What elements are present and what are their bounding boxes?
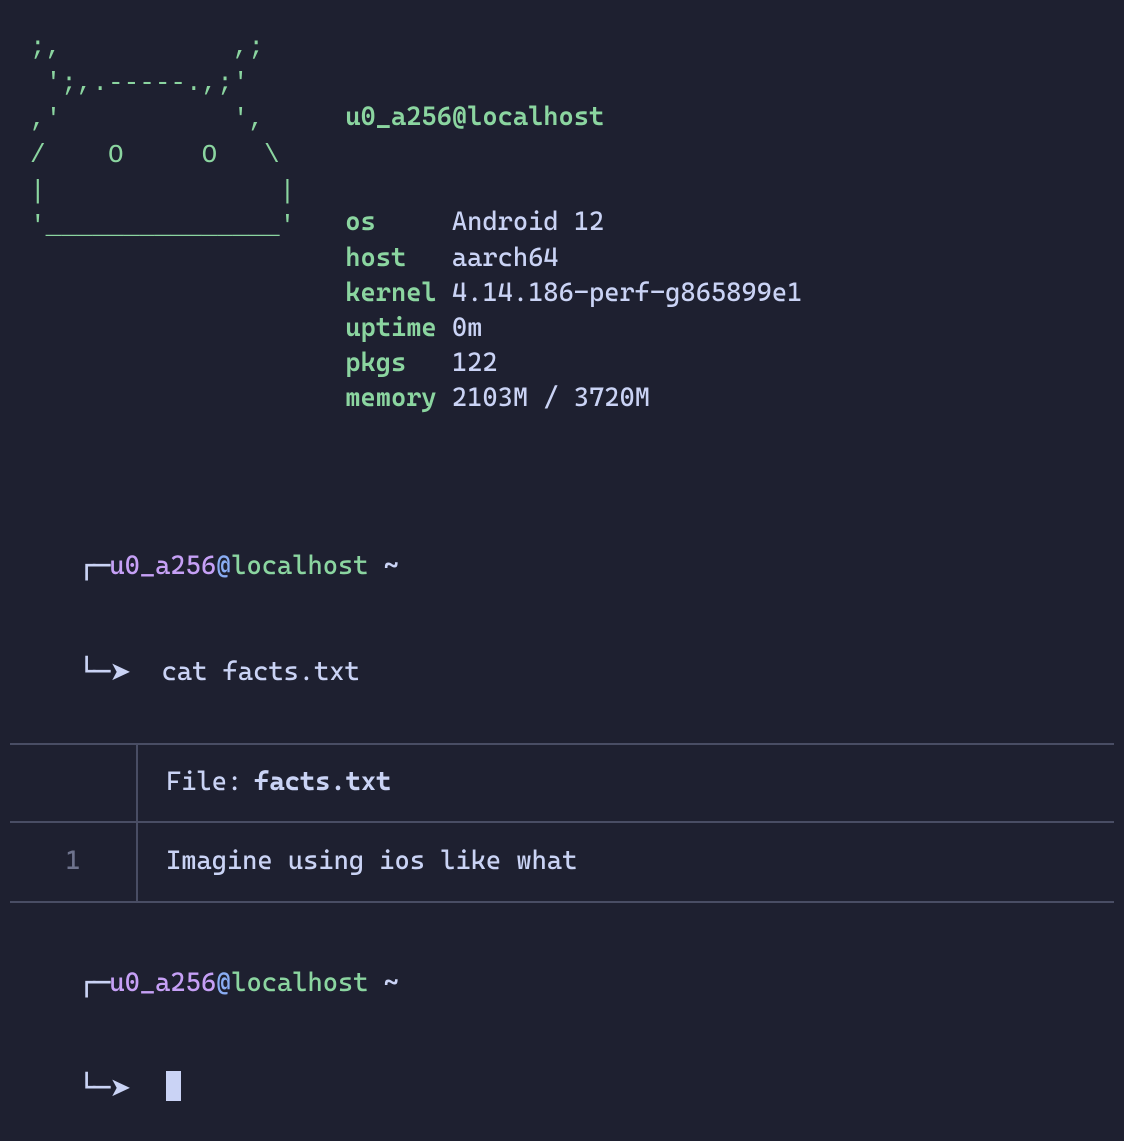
file-header-row: File: facts.txt <box>10 745 1114 823</box>
prompt-path: ~ <box>368 968 398 998</box>
sysinfo-value: aarch64 <box>437 243 559 273</box>
prompt-2[interactable]: ┌─u0_a256@localhost ~ └─➤ <box>10 931 1114 1141</box>
prompt-corner-icon: ┌─ <box>79 551 109 581</box>
sysinfo-title: u0_a256@localhost <box>345 100 802 135</box>
command-text: cat facts.txt <box>162 657 360 687</box>
sysinfo-label: uptime <box>345 311 436 346</box>
sysinfo-row: memory 2103M / 3720M <box>345 381 802 416</box>
sysinfo-value: Android 12 <box>437 207 605 237</box>
file-header-gutter <box>10 745 138 821</box>
prompt-1[interactable]: ┌─u0_a256@localhost ~ └─➤ cat facts.txt <box>10 514 1114 725</box>
fetch-header: ;, ,; ';,.-----.,;' ,' ', / O O \ | | '_… <box>10 10 1114 486</box>
sysinfo-value: 4.14.186-perf-g865899e1 <box>437 278 803 308</box>
sysinfo-row: os Android 12 <box>345 205 802 240</box>
sysinfo-label: pkgs <box>345 346 436 381</box>
sysinfo-label: memory <box>345 381 436 416</box>
system-info: u0_a256@localhost os Android 12host aarc… <box>345 30 802 486</box>
prompt-path: ~ <box>368 551 398 581</box>
ascii-art: ;, ,; ';,.-----.,;' ,' ', / O O \ | | '_… <box>30 30 295 245</box>
prompt-at: @ <box>216 968 231 998</box>
sysinfo-value: 122 <box>437 348 498 378</box>
sysinfo-row: kernel 4.14.186-perf-g865899e1 <box>345 276 802 311</box>
line-number: 1 <box>10 823 138 901</box>
sysinfo-row: uptime 0m <box>345 311 802 346</box>
sysinfo-value: 2103M / 3720M <box>437 383 650 413</box>
prompt-arrow-icon: └─➤ <box>79 1073 162 1103</box>
sysinfo-row: pkgs 122 <box>345 346 802 381</box>
sysinfo-label: kernel <box>345 276 436 311</box>
sysinfo-label: os <box>345 205 436 240</box>
file-output-box: File: facts.txt 1Imagine using ios like … <box>10 743 1114 903</box>
prompt-arrow-icon: └─➤ <box>79 657 162 687</box>
line-content: Imagine using ios like what <box>138 844 577 879</box>
prompt-at: @ <box>216 551 231 581</box>
sysinfo-label: host <box>345 241 436 276</box>
prompt-user: u0_a256 <box>109 968 216 998</box>
file-line-row: 1Imagine using ios like what <box>10 823 1114 901</box>
prompt-corner-icon: ┌─ <box>79 968 109 998</box>
file-name: facts.txt <box>254 765 391 800</box>
file-label: File: <box>166 765 242 800</box>
sysinfo-value: 0m <box>437 313 483 343</box>
prompt-host: localhost <box>231 551 368 581</box>
cursor-icon <box>166 1071 181 1101</box>
prompt-user: u0_a256 <box>109 551 216 581</box>
prompt-host: localhost <box>231 968 368 998</box>
sysinfo-row: host aarch64 <box>345 241 802 276</box>
